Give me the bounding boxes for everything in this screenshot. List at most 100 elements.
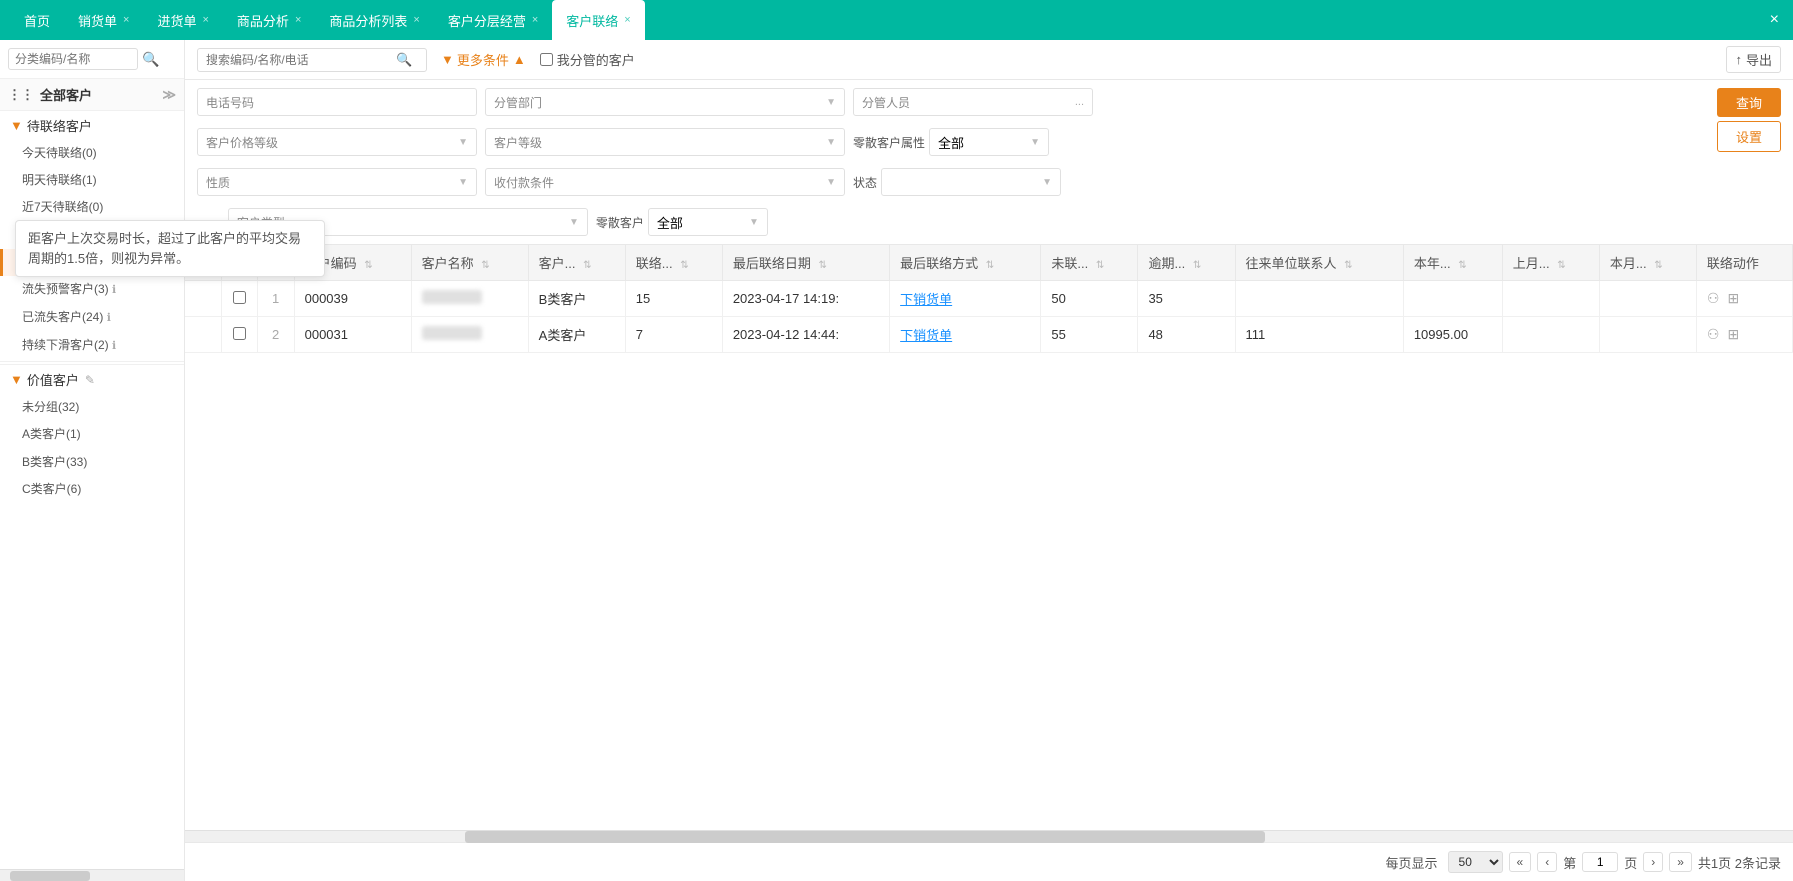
sidebar-item-class-a[interactable]: A类客户(1): [0, 421, 184, 448]
sidebar-search-input[interactable]: [8, 48, 138, 70]
nav-item-analysis-list[interactable]: 商品分析列表 ×: [315, 0, 433, 40]
settings-button[interactable]: 设置: [1717, 121, 1781, 152]
row-checkbox[interactable]: [233, 327, 246, 340]
row-method-link[interactable]: 下销货单: [900, 328, 952, 343]
sidebar-search-icon[interactable]: 🔍: [142, 51, 159, 68]
col-last-month[interactable]: 上月... ⇅: [1502, 245, 1599, 281]
waiting-contact-group[interactable]: ▼ 待联络客户: [0, 111, 184, 140]
page-input[interactable]: [1582, 852, 1618, 872]
first-page-btn[interactable]: «: [1509, 852, 1532, 872]
filter-customer-level[interactable]: 客户等级 ▼: [485, 128, 845, 156]
close-all-tabs[interactable]: ×: [1770, 11, 1779, 29]
zero-customer-select[interactable]: 全部 ▼: [648, 208, 768, 236]
sidebar-item-tomorrow[interactable]: 明天待联络(1): [0, 167, 184, 194]
close-analysis-tab[interactable]: ×: [295, 14, 301, 26]
last-page-btn[interactable]: »: [1669, 852, 1692, 872]
table-scroll-bar[interactable]: [185, 830, 1793, 842]
per-page-select[interactable]: 50 20 100: [1448, 851, 1503, 873]
declining-info-icon[interactable]: ℹ: [112, 340, 116, 352]
sidebar-item-today[interactable]: 今天待联络(0): [0, 140, 184, 167]
row-last-method[interactable]: 下销货单: [890, 281, 1041, 317]
row-last-date: 2023-04-17 14:19:: [722, 281, 889, 317]
next-page-btn[interactable]: ›: [1643, 852, 1663, 872]
row-index: 1: [257, 281, 294, 317]
col-this-year[interactable]: 本年... ⇅: [1403, 245, 1502, 281]
nav-item-home[interactable]: 首页: [10, 0, 64, 40]
filter-row-2: 客户价格等级 ▼ 客户等级 ▼ 零散客户属性 全部 ▼: [197, 128, 1701, 156]
close-customer-contact-tab[interactable]: ×: [624, 14, 630, 26]
value-customer-group[interactable]: ▼ 价值客户 ✎: [0, 364, 184, 394]
link-action-icon[interactable]: ⚇: [1707, 326, 1720, 343]
close-customer-tier-tab[interactable]: ×: [532, 14, 538, 26]
row-name-blurred: [422, 290, 482, 304]
row-contact: 7: [625, 317, 722, 353]
zero-retail-select[interactable]: 全部 ▼: [929, 128, 1049, 156]
row-method-link[interactable]: 下销货单: [900, 292, 952, 307]
col-this-month[interactable]: 本月... ⇅: [1599, 245, 1696, 281]
manager-dots[interactable]: ...: [1075, 96, 1084, 108]
nav-item-customer-tier[interactable]: 客户分层经营 ×: [434, 0, 552, 40]
grid-action-icon[interactable]: ⊞: [1727, 326, 1739, 343]
col-contacts[interactable]: 往来单位联系人 ⇅: [1235, 245, 1403, 281]
sidebar-item-class-c[interactable]: C类客户(6): [0, 476, 184, 503]
filter-manager[interactable]: 分管人员 ...: [853, 88, 1093, 116]
close-sales-tab[interactable]: ×: [123, 14, 129, 26]
sidebar-item-class-b[interactable]: B类客户(33): [0, 449, 184, 476]
my-customer-checkbox[interactable]: [540, 53, 553, 66]
uncontact-sort: ⇅: [1096, 260, 1104, 271]
sidebar-expand-icon[interactable]: ≫: [162, 87, 176, 103]
col-name[interactable]: 客户名称 ⇅: [411, 245, 528, 281]
col-uncontacted[interactable]: 未联... ⇅: [1041, 245, 1138, 281]
search-input[interactable]: [206, 53, 396, 67]
sidebar-item-loss-warning[interactable]: 流失预警客户(3) ℹ: [0, 276, 184, 304]
link-action-icon[interactable]: ⚇: [1707, 290, 1720, 307]
contacts-sort: ⇅: [1344, 260, 1352, 271]
col-category[interactable]: 客户... ⇅: [528, 245, 625, 281]
gender-arrow: ▼: [458, 177, 468, 188]
col-overdue[interactable]: 逾期... ⇅: [1138, 245, 1235, 281]
close-analysis-list-tab[interactable]: ×: [413, 14, 419, 26]
nav-item-customer-contact[interactable]: 客户联络 ×: [552, 0, 644, 40]
sidebar-scroll-bar[interactable]: [0, 869, 184, 881]
grid-action-icon[interactable]: ⊞: [1727, 290, 1739, 307]
filter-row-1: 电话号码 分管部门 ▼ 分管人员 ...: [197, 88, 1701, 116]
sidebar-item-declining[interactable]: 持续下滑客户(2) ℹ: [0, 332, 184, 360]
row-checkbox-cell[interactable]: [221, 317, 257, 353]
more-conditions-btn[interactable]: ▼ 更多条件 ▲: [433, 47, 534, 72]
col-contact[interactable]: 联络... ⇅: [625, 245, 722, 281]
lost-info-icon[interactable]: ℹ: [107, 312, 111, 324]
row-last-method[interactable]: 下销货单: [890, 317, 1041, 353]
sidebar-item-7days[interactable]: 近7天待联络(0): [0, 194, 184, 221]
loss-warning-info-icon[interactable]: ℹ: [112, 284, 116, 296]
collapse-icon[interactable]: ⋮⋮: [8, 87, 34, 103]
all-customers-header[interactable]: ⋮⋮ 全部客户 ≫: [0, 79, 184, 111]
value-group-edit-icon[interactable]: ✎: [85, 373, 95, 387]
filter-gender[interactable]: 性质 ▼: [197, 168, 477, 196]
nav-item-sales[interactable]: 销货单 ×: [64, 0, 143, 40]
query-button[interactable]: 查询: [1717, 88, 1781, 117]
page-suffix: 页: [1624, 853, 1637, 872]
status-select[interactable]: ▼: [881, 168, 1061, 196]
sidebar-item-ungrouped[interactable]: 未分组(32): [0, 394, 184, 421]
filter-price-level[interactable]: 客户价格等级 ▼: [197, 128, 477, 156]
filter-search-icon[interactable]: 🔍: [396, 52, 412, 68]
my-customer-filter[interactable]: 我分管的客户: [540, 50, 635, 69]
prev-page-btn[interactable]: ‹: [1537, 852, 1557, 872]
total-label: 共1页 2条记录: [1698, 853, 1781, 872]
row-checkbox-cell[interactable]: [221, 281, 257, 317]
col-last-date[interactable]: 最后联络日期 ⇅: [722, 245, 889, 281]
contact-sort: ⇅: [680, 260, 688, 271]
row-checkbox[interactable]: [233, 291, 246, 304]
dept-arrow: ▼: [826, 97, 836, 108]
close-purchase-tab[interactable]: ×: [202, 14, 208, 26]
col-last-method[interactable]: 最后联络方式 ⇅: [890, 245, 1041, 281]
sidebar-item-lost[interactable]: 已流失客户(24) ℹ: [0, 304, 184, 332]
nav-item-analysis[interactable]: 商品分析 ×: [223, 0, 315, 40]
customer-type-arrow: ▼: [569, 217, 579, 228]
nav-item-purchase[interactable]: 进货单 ×: [143, 0, 222, 40]
export-button[interactable]: ↑ 导出: [1726, 46, 1781, 73]
per-page-label: 每页显示: [1386, 853, 1438, 872]
filter-phone[interactable]: 电话号码: [197, 88, 477, 116]
filter-payment[interactable]: 收付款条件 ▼: [485, 168, 845, 196]
filter-dept[interactable]: 分管部门 ▼: [485, 88, 845, 116]
